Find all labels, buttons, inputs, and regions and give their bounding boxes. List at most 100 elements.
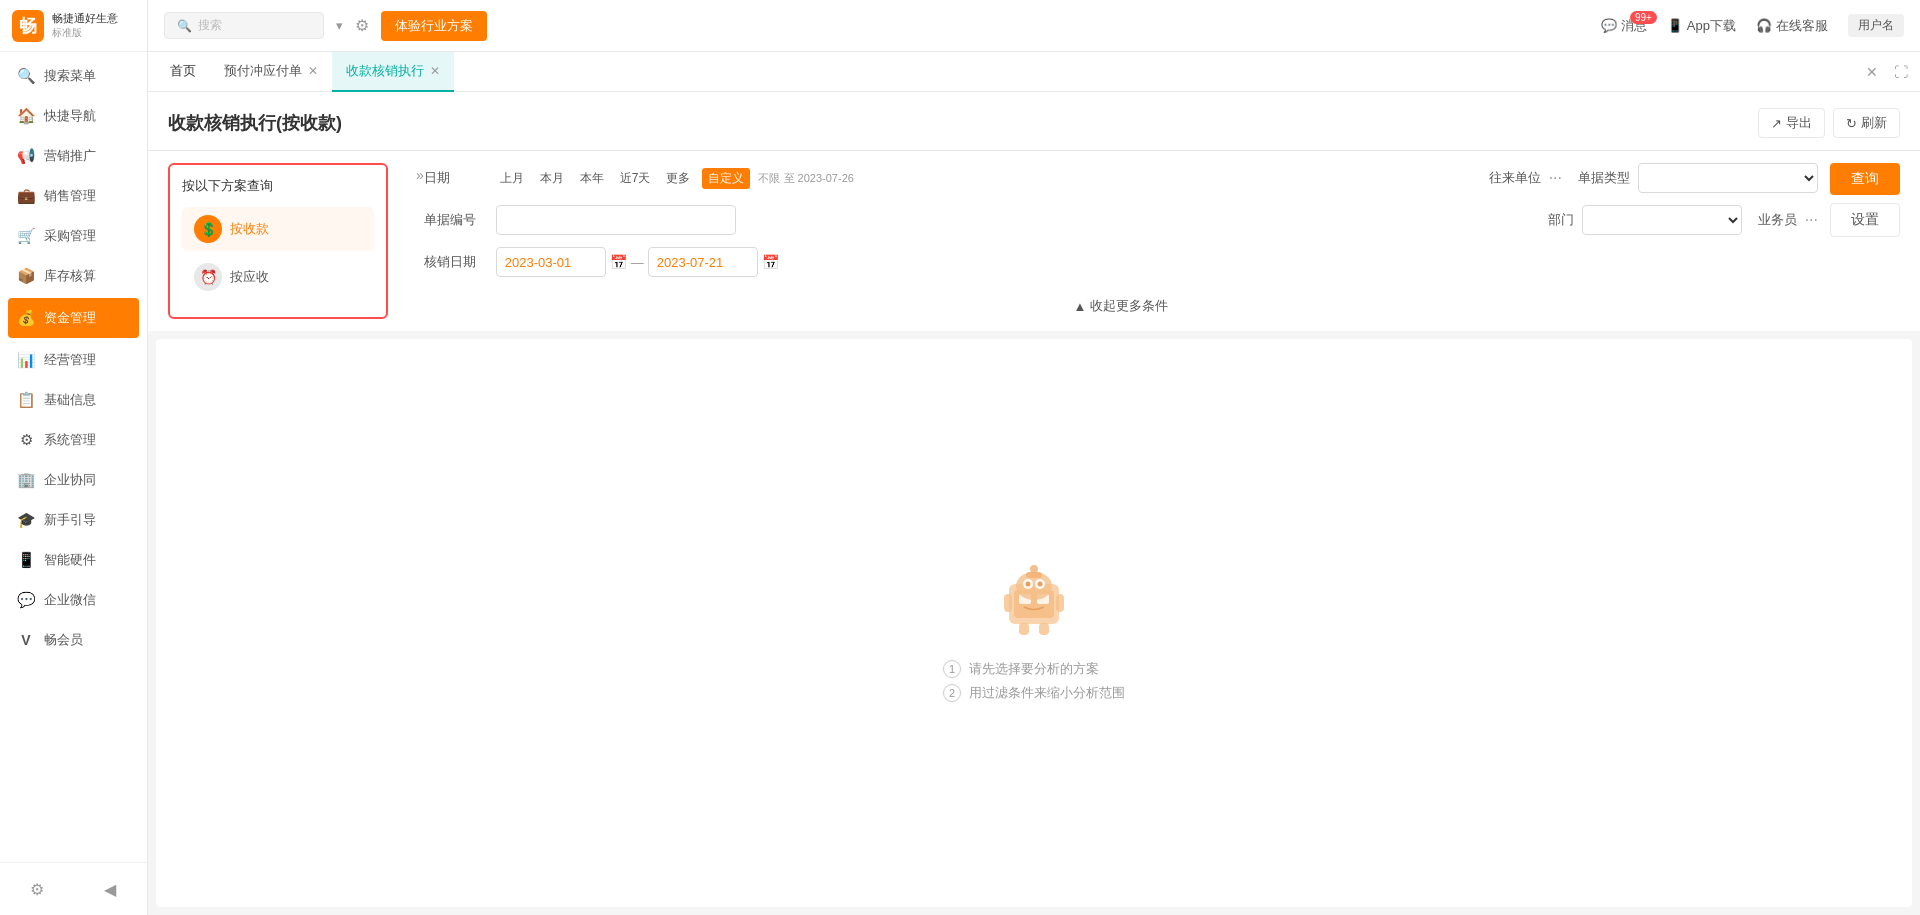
sidebar-item-label: 采购管理 xyxy=(44,227,96,245)
date-this-month[interactable]: 本月 xyxy=(536,168,568,189)
page-header: 收款核销执行(按收款) ↗ 导出 ↻ 刷新 xyxy=(148,92,1920,151)
sidebar-item-label: 营销推广 xyxy=(44,147,96,165)
empty-tips: 1 请先选择要分析的方案 2 用过滤条件来缩小分析范围 xyxy=(943,660,1125,702)
counterparty-field: 往来单位 ··· xyxy=(1489,169,1562,187)
tab-close-all-btn[interactable]: ✕ xyxy=(1862,60,1882,84)
sidebar-item-sales[interactable]: 💼 销售管理 xyxy=(0,176,147,216)
date-last-7days[interactable]: 近7天 xyxy=(616,168,655,189)
by-receivable-icon: ⏰ xyxy=(194,263,222,291)
date-label: 日期 xyxy=(424,169,480,187)
sidebar-item-quick-nav[interactable]: 🏠 快捷导航 xyxy=(0,96,147,136)
topbar-chevron-icon[interactable]: ▾ xyxy=(336,18,343,33)
service-button[interactable]: 🎧 在线客服 xyxy=(1756,17,1828,35)
tab-prepay[interactable]: 预付冲应付单 ✕ xyxy=(210,52,332,92)
sidebar-item-label: 搜索菜单 xyxy=(44,67,96,85)
sidebar-item-label: 智能硬件 xyxy=(44,551,96,569)
svg-rect-12 xyxy=(1039,623,1049,635)
sidebar-item-label: 企业协同 xyxy=(44,471,96,489)
sidebar-item-business[interactable]: 📊 经营管理 xyxy=(0,340,147,380)
user-button[interactable]: 用户名 xyxy=(1848,14,1904,37)
department-select[interactable] xyxy=(1582,205,1742,235)
date-last-month[interactable]: 上月 xyxy=(496,168,528,189)
sidebar-settings-btn[interactable]: ⚙ xyxy=(19,871,55,907)
topbar-search-box: 🔍 搜索 xyxy=(164,12,324,39)
sidebar: 畅 畅捷通好生意 标准版 🔍 搜索菜单 🏠 快捷导航 📢 营销推广 💼 销售管理… xyxy=(0,0,148,915)
topbar-gear-icon[interactable]: ⚙ xyxy=(355,16,369,35)
sidebar-collapse-btn[interactable]: ◀ xyxy=(92,871,128,907)
by-receipt-label: 按收款 xyxy=(230,220,269,238)
tab-home[interactable]: 首页 xyxy=(156,52,210,92)
filter-option-by-receipt[interactable]: 💲 按收款 xyxy=(182,207,374,251)
sidebar-item-system[interactable]: ⚙ 系统管理 xyxy=(0,420,147,460)
empty-tip-1: 1 请先选择要分析的方案 xyxy=(943,660,1125,678)
sidebar-item-finance[interactable]: 💰 资金管理 xyxy=(8,298,139,338)
filter-row-3: 核销日期 📅 — 📅 xyxy=(424,247,1818,277)
sidebar-item-wechat[interactable]: 💬 企业微信 xyxy=(0,580,147,620)
doc-type-select[interactable] xyxy=(1638,163,1818,193)
date-custom[interactable]: 自定义 xyxy=(702,168,750,189)
filter-row-1: 日期 上月 本月 本年 近7天 更多 自定义 不限 至 2023-07-26 往… xyxy=(424,163,1818,193)
svg-point-14 xyxy=(1030,565,1038,573)
sidebar-item-guide[interactable]: 🎓 新手引导 xyxy=(0,500,147,540)
main-area: 🔍 搜索 ▾ ⚙ 体验行业方案 💬 消息 99+ 📱 App下载 🎧 在线客服 … xyxy=(148,0,1920,915)
sidebar-item-enterprise[interactable]: 🏢 企业协同 xyxy=(0,460,147,500)
date-this-year[interactable]: 本年 xyxy=(576,168,608,189)
counterparty-dots: ··· xyxy=(1549,169,1562,187)
tab-prepay-close[interactable]: ✕ xyxy=(308,64,318,78)
collapse-more-btn[interactable]: ▲ 收起更多条件 xyxy=(424,289,1818,319)
by-receipt-icon: 💲 xyxy=(194,215,222,243)
svg-rect-10 xyxy=(1056,594,1064,612)
refresh-label: 刷新 xyxy=(1861,114,1887,132)
message-button[interactable]: 💬 消息 99+ xyxy=(1601,17,1647,35)
system-icon: ⚙ xyxy=(16,430,36,450)
staff-label: 业务员 xyxy=(1758,211,1797,229)
filter-option-by-receivable[interactable]: ⏰ 按应收 xyxy=(182,255,374,299)
app-download-button[interactable]: 📱 App下载 xyxy=(1667,17,1736,35)
solution-button[interactable]: 体验行业方案 xyxy=(381,11,487,41)
export-icon: ↗ xyxy=(1771,116,1782,131)
date-no-limit: 不限 至 2023-07-26 xyxy=(758,171,853,186)
sidebar-item-search-menu[interactable]: 🔍 搜索菜单 xyxy=(0,56,147,96)
sidebar-footer: ⚙ ◀ xyxy=(0,862,147,915)
sidebar-item-basic-info[interactable]: 📋 基础信息 xyxy=(0,380,147,420)
logo-title: 畅捷通好生意 xyxy=(52,11,118,25)
verify-date-start-calendar-icon[interactable]: 📅 xyxy=(610,254,627,270)
tab-receipt-verify[interactable]: 收款核销执行 ✕ xyxy=(332,52,454,92)
tab-prepay-label: 预付冲应付单 xyxy=(224,62,302,80)
quick-nav-icon: 🏠 xyxy=(16,106,36,126)
query-button[interactable]: 查询 xyxy=(1830,163,1900,195)
verify-date-dash: — xyxy=(631,255,644,270)
tab-expand-btn[interactable]: ⛶ xyxy=(1890,60,1912,84)
verify-date-group: 📅 — 📅 xyxy=(496,247,779,277)
sidebar-item-purchase[interactable]: 🛒 采购管理 xyxy=(0,216,147,256)
sidebar-item-label: 系统管理 xyxy=(44,431,96,449)
sidebar-item-hardware[interactable]: 📱 智能硬件 xyxy=(0,540,147,580)
settings-button[interactable]: 设置 xyxy=(1830,203,1900,237)
sidebar-logo: 畅 畅捷通好生意 标准版 xyxy=(0,0,147,52)
empty-state: 1 请先选择要分析的方案 2 用过滤条件来缩小分析范围 xyxy=(156,339,1912,907)
verify-date-end-calendar-icon[interactable]: 📅 xyxy=(762,254,779,270)
tab-receipt-verify-close[interactable]: ✕ xyxy=(430,64,440,78)
doc-no-input[interactable] xyxy=(496,205,736,235)
refresh-button[interactable]: ↻ 刷新 xyxy=(1833,108,1900,138)
page-title-row: 收款核销执行(按收款) ↗ 导出 ↻ 刷新 xyxy=(168,108,1900,138)
message-icon: 💬 xyxy=(1601,18,1617,33)
svg-point-7 xyxy=(1026,582,1031,587)
sales-icon: 💼 xyxy=(16,186,36,206)
collapse-more-label: 收起更多条件 xyxy=(1090,297,1168,315)
marketing-icon: 📢 xyxy=(16,146,36,166)
verify-date-start-input[interactable] xyxy=(496,247,606,277)
staff-dots: ··· xyxy=(1805,211,1818,229)
sidebar-item-marketing[interactable]: 📢 营销推广 xyxy=(0,136,147,176)
export-label: 导出 xyxy=(1786,114,1812,132)
content-area: 收款核销执行(按收款) ↗ 导出 ↻ 刷新 按以下方案查询 xyxy=(148,92,1920,915)
sidebar-item-inventory[interactable]: 📦 库存核算 xyxy=(0,256,147,296)
export-button[interactable]: ↗ 导出 xyxy=(1758,108,1825,138)
date-more[interactable]: 更多 xyxy=(662,168,694,189)
verify-date-label: 核销日期 xyxy=(424,253,480,271)
sidebar-item-label: 新手引导 xyxy=(44,511,96,529)
sidebar-item-label: 销售管理 xyxy=(44,187,96,205)
sidebar-item-member[interactable]: V 畅会员 xyxy=(0,620,147,660)
verify-date-end-input[interactable] xyxy=(648,247,758,277)
filter-collapse-icon[interactable]: » xyxy=(416,167,424,183)
